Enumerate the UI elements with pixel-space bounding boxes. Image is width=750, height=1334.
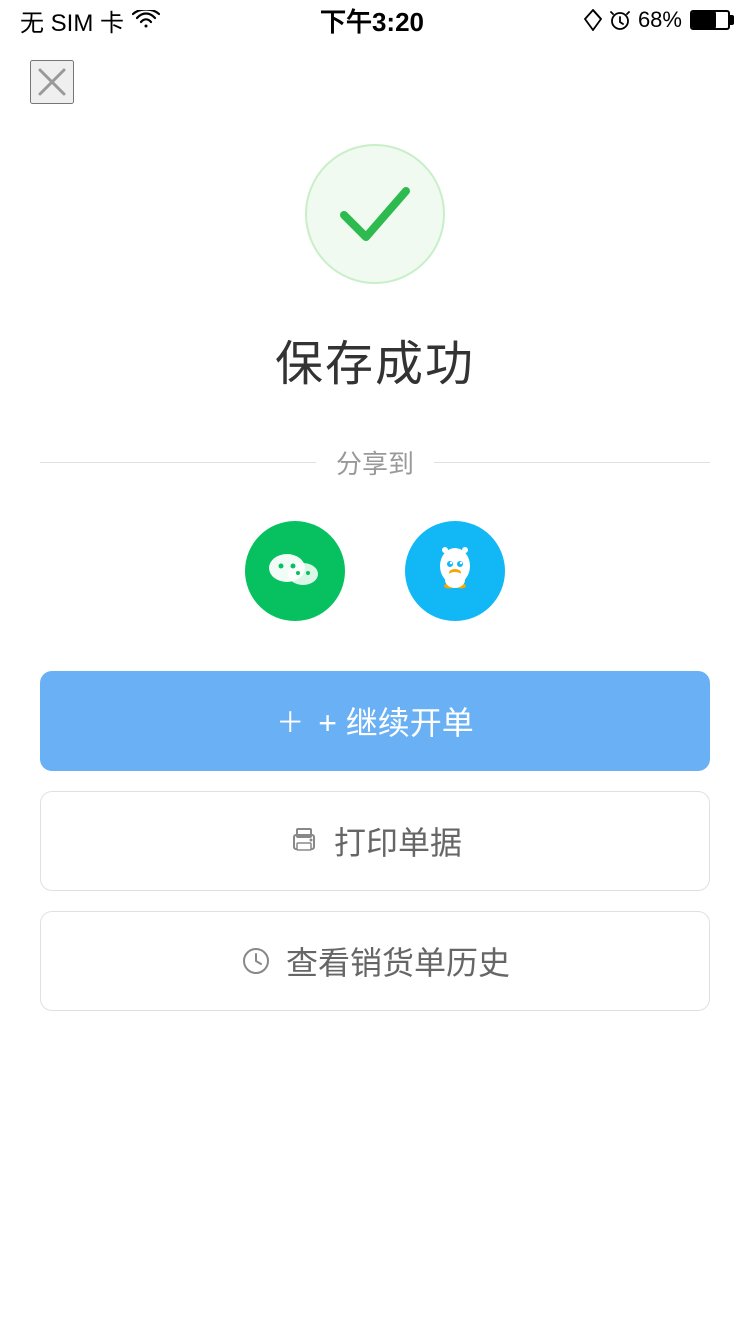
wechat-icon (265, 546, 325, 596)
close-area (0, 40, 750, 124)
alarm-icon (610, 9, 630, 31)
battery-percent: 68% (638, 7, 682, 33)
share-divider: 分享到 (40, 444, 710, 481)
status-bar: 无 SIM 卡 下午3:20 68% (0, 0, 750, 40)
print-label: 打印单据 (334, 818, 462, 864)
divider-left (40, 462, 316, 463)
action-buttons: ＋ + 继续开单 打印单据 查看销货单历史 (40, 671, 710, 1011)
status-time: 下午3:20 (320, 2, 424, 39)
wifi-icon (132, 10, 160, 30)
share-qq-button[interactable] (405, 521, 505, 621)
close-button[interactable] (30, 60, 74, 104)
share-label: 分享到 (336, 444, 414, 481)
battery-icon (690, 10, 730, 30)
history-button[interactable]: 查看销货单历史 (40, 911, 710, 1011)
close-icon (36, 66, 68, 98)
main-content: 保存成功 分享到 (0, 124, 750, 1334)
print-icon (288, 825, 320, 857)
share-wechat-button[interactable] (245, 521, 345, 621)
share-icons-row (40, 521, 710, 621)
success-checkmark-icon (340, 187, 410, 242)
divider-right (434, 462, 710, 463)
success-icon-wrapper (305, 144, 445, 284)
success-title: 保存成功 (275, 324, 475, 394)
continue-order-button[interactable]: ＋ + 继续开单 (40, 671, 710, 771)
continue-icon: ＋ (276, 701, 304, 741)
history-label: 查看销货单历史 (286, 938, 510, 984)
status-right: 68% (584, 7, 730, 33)
status-carrier: 无 SIM 卡 (20, 3, 160, 38)
location-icon (584, 9, 602, 31)
continue-label: + 继续开单 (318, 698, 474, 744)
share-section: 分享到 (40, 444, 710, 621)
qq-icon (426, 542, 484, 600)
carrier-text: 无 SIM 卡 (20, 3, 124, 38)
history-icon (240, 945, 272, 977)
print-button[interactable]: 打印单据 (40, 791, 710, 891)
